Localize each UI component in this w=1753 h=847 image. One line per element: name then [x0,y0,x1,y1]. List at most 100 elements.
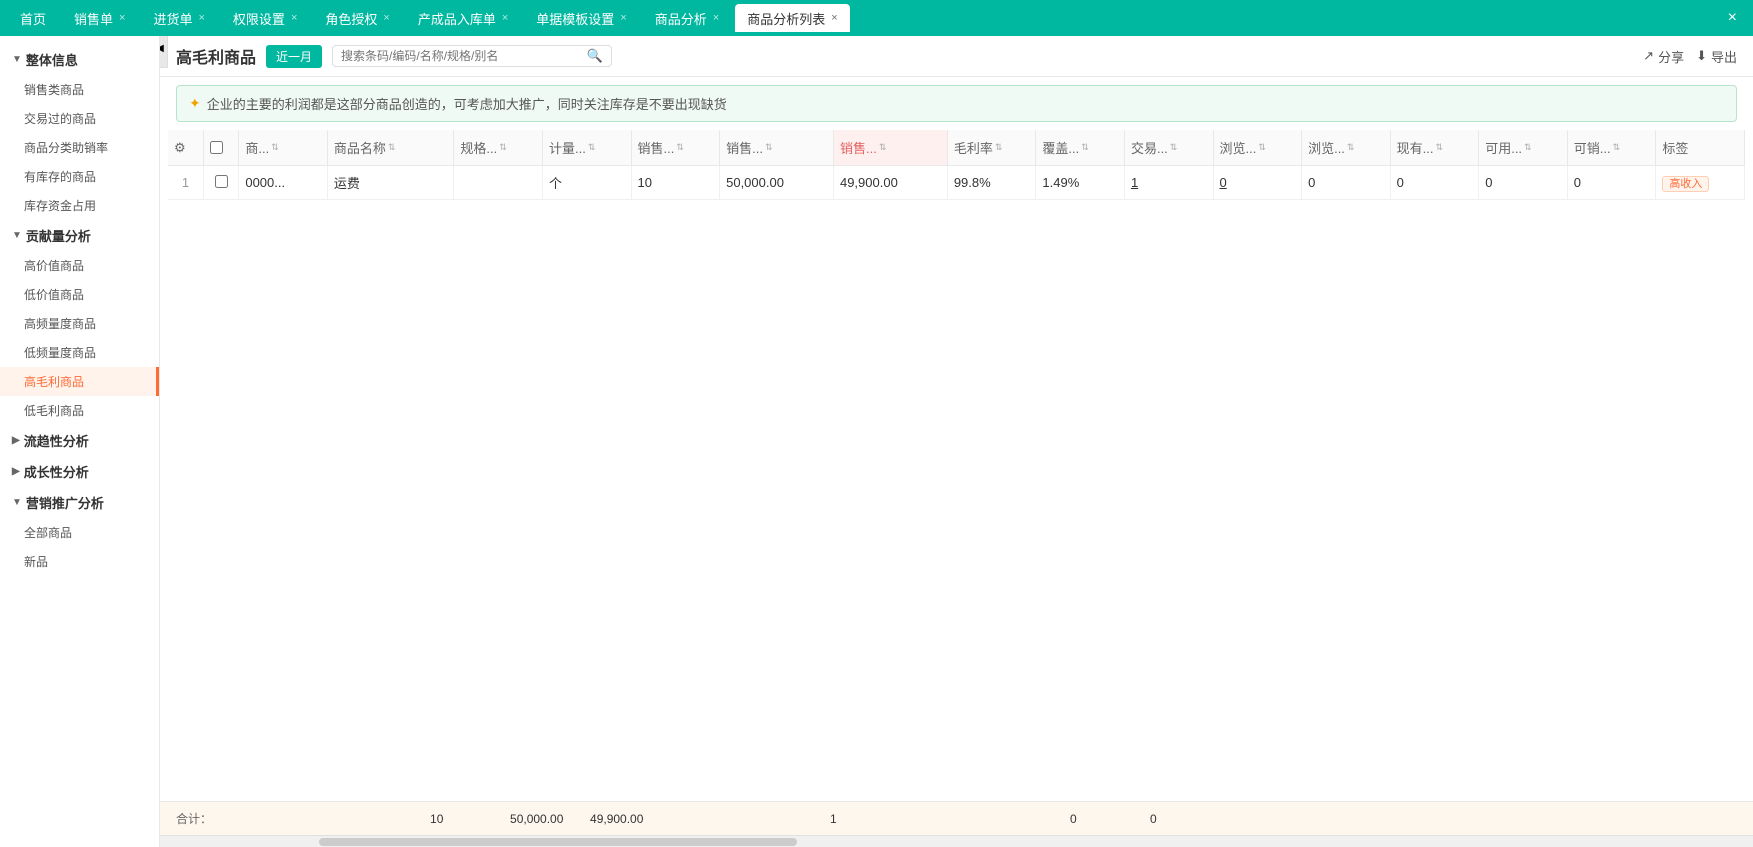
col-spec[interactable]: 规格...⇅ [454,130,543,166]
sort-icon-sales-cost: ⇅ [879,142,887,153]
sidebar-group-trend-analysis[interactable]: ▶ 流趋性分析 [0,425,159,456]
col-code[interactable]: 商...⇅ [239,130,328,166]
cell-unit: 个 [542,166,631,200]
close-tab-product-entry[interactable]: × [502,12,508,24]
tab-product-analysis-list[interactable]: 商品分析列表 × [735,4,849,32]
col-sales-qty[interactable]: 销售...⇅ [631,130,720,166]
close-tab-permission-settings[interactable]: × [291,12,297,24]
cell-spec [454,166,543,200]
tab-template-settings[interactable]: 单据模板设置 × [524,4,638,32]
sort-icon-unit: ⇅ [588,142,596,153]
table-container[interactable]: ⚙ 商...⇅ 商品名称⇅ 规格...⇅ [160,130,1753,801]
share-button[interactable]: ↗ 分享 [1643,47,1684,66]
cell-code: 0000... [239,166,328,200]
cell-browse2: 0 [1302,166,1391,200]
sidebar-item-low-margin[interactable]: 低毛利商品 [0,396,159,425]
sidebar-item-sales-goods[interactable]: 销售类商品 [0,75,159,104]
product-table: ⚙ 商...⇅ 商品名称⇅ 规格...⇅ [168,130,1745,200]
tab-sales-order[interactable]: 销售单 × [62,4,137,32]
main-layout: ▼ 整体信息 销售类商品 交易过的商品 商品分类助销率 有库存的商品 库存资金占… [0,36,1753,847]
tab-home[interactable]: 首页 [8,4,58,32]
sidebar-collapse-button[interactable]: ◀ [160,36,168,68]
close-tab-product-analysis-list[interactable]: × [831,12,837,24]
search-box: 🔍 [332,45,612,67]
tab-purchase-order[interactable]: 进货单 × [141,4,216,32]
sidebar-item-goods-with-stock[interactable]: 有库存的商品 [0,162,159,191]
sidebar-item-high-margin[interactable]: 高毛利商品 [0,367,159,396]
close-tab-sales-order[interactable]: × [119,12,125,24]
tab-product-entry[interactable]: 产成品入库单 × [406,4,520,32]
top-nav: 首页 销售单 × 进货单 × 权限设置 × 角色授权 × 产成品入库单 × 单据… [0,0,1753,36]
trade-count-link[interactable]: 1 [1131,175,1138,190]
col-sales-cost[interactable]: 销售...⇅ [833,130,947,166]
chevron-right-icon: ▶ [12,435,20,446]
cell-sales-cost: 49,900.00 [833,166,947,200]
col-checkbox[interactable] [203,130,238,166]
footer-sales-cost: 49,900.00 [584,812,664,826]
tab-product-analysis[interactable]: 商品分析 × [643,4,731,32]
col-browse1[interactable]: 浏览...⇅ [1213,130,1302,166]
close-tab-role-permission[interactable]: × [383,12,389,24]
sort-icon-trade-count: ⇅ [1170,142,1178,153]
tab-role-permission[interactable]: 角色授权 × [313,4,401,32]
chevron-right-icon-2: ▶ [12,466,20,477]
sort-icon-stock-sale: ⇅ [1613,142,1621,153]
select-all-checkbox[interactable] [210,141,223,154]
footer-trade-count: 1 [824,812,904,826]
sidebar-item-traded-goods[interactable]: 交易过的商品 [0,104,159,133]
table-header-row: ⚙ 商...⇅ 商品名称⇅ 规格...⇅ [168,130,1745,166]
page-title: 高毛利商品 [176,44,256,68]
col-gross-rate[interactable]: 毛利率⇅ [947,130,1036,166]
col-trade-count[interactable]: 交易...⇅ [1124,130,1213,166]
tab-permission-settings[interactable]: 权限设置 × [221,4,309,32]
chevron-down-icon: ▼ [12,54,22,65]
col-stock-avail[interactable]: 可用...⇅ [1479,130,1568,166]
col-tag[interactable]: 标签 [1656,130,1745,166]
scrollbar-thumb[interactable] [319,838,797,846]
browse1-link[interactable]: 0 [1220,175,1227,190]
header-actions: ↗ 分享 ⬇ 导出 [1643,47,1737,66]
sidebar-group-wealth-analysis[interactable]: ▼ 贡献量分析 [0,220,159,251]
footer-totals: 合计： 10 50,000.00 49,900.00 1 0 0 [160,801,1753,835]
sidebar-group-overall-info[interactable]: ▼ 整体信息 [0,44,159,75]
col-settings[interactable]: ⚙ [168,130,203,166]
sidebar-item-low-freq[interactable]: 低频量度商品 [0,338,159,367]
sidebar-item-high-freq[interactable]: 高频量度商品 [0,309,159,338]
sidebar-item-low-value[interactable]: 低价值商品 [0,280,159,309]
row-checkbox[interactable] [215,175,228,188]
sidebar-item-new-goods[interactable]: 新品 [0,547,159,576]
sidebar-item-stock-capital[interactable]: 库存资金占用 [0,191,159,220]
sidebar-group-growth-analysis[interactable]: ▶ 成长性分析 [0,456,159,487]
sort-icon-code: ⇅ [271,142,279,153]
close-all-tabs[interactable]: × [1720,9,1745,27]
close-tab-product-analysis[interactable]: × [713,12,719,24]
chevron-down-icon-2: ▼ [12,230,22,241]
footer-stock-avail: 0 [1144,812,1224,826]
cell-trade-count: 1 [1124,166,1213,200]
sort-icon-stock-avail: ⇅ [1524,142,1532,153]
sort-icon-sales-qty: ⇅ [676,142,684,153]
col-unit[interactable]: 计量...⇅ [542,130,631,166]
col-stock-actual[interactable]: 现有...⇅ [1390,130,1479,166]
col-stock-sale[interactable]: 可销...⇅ [1567,130,1656,166]
close-tab-template-settings[interactable]: × [620,12,626,24]
close-tab-purchase-order[interactable]: × [198,12,204,24]
sort-icon-spec: ⇅ [499,142,507,153]
export-button[interactable]: ⬇ 导出 [1696,47,1737,66]
col-sales-amount[interactable]: 销售...⇅ [720,130,834,166]
export-icon: ⬇ [1696,48,1707,64]
filter-month-button[interactable]: 近一月 [266,45,322,68]
search-input[interactable] [341,49,583,63]
col-name[interactable]: 商品名称⇅ [327,130,454,166]
sidebar-item-all-goods[interactable]: 全部商品 [0,518,159,547]
sidebar-group-marketing-analysis[interactable]: ▼ 营销推广分析 [0,487,159,518]
horizontal-scrollbar[interactable] [160,835,1753,847]
sidebar-item-category-assist[interactable]: 商品分类助销率 [0,133,159,162]
sidebar-item-high-value[interactable]: 高价值商品 [0,251,159,280]
col-cover-rate[interactable]: 覆盖...⇅ [1036,130,1125,166]
col-browse2[interactable]: 浏览...⇅ [1302,130,1391,166]
chevron-down-icon-3: ▼ [12,497,22,508]
cell-name: 运费 [327,166,454,200]
search-icon[interactable]: 🔍 [587,48,603,64]
cell-checkbox[interactable] [203,166,238,200]
